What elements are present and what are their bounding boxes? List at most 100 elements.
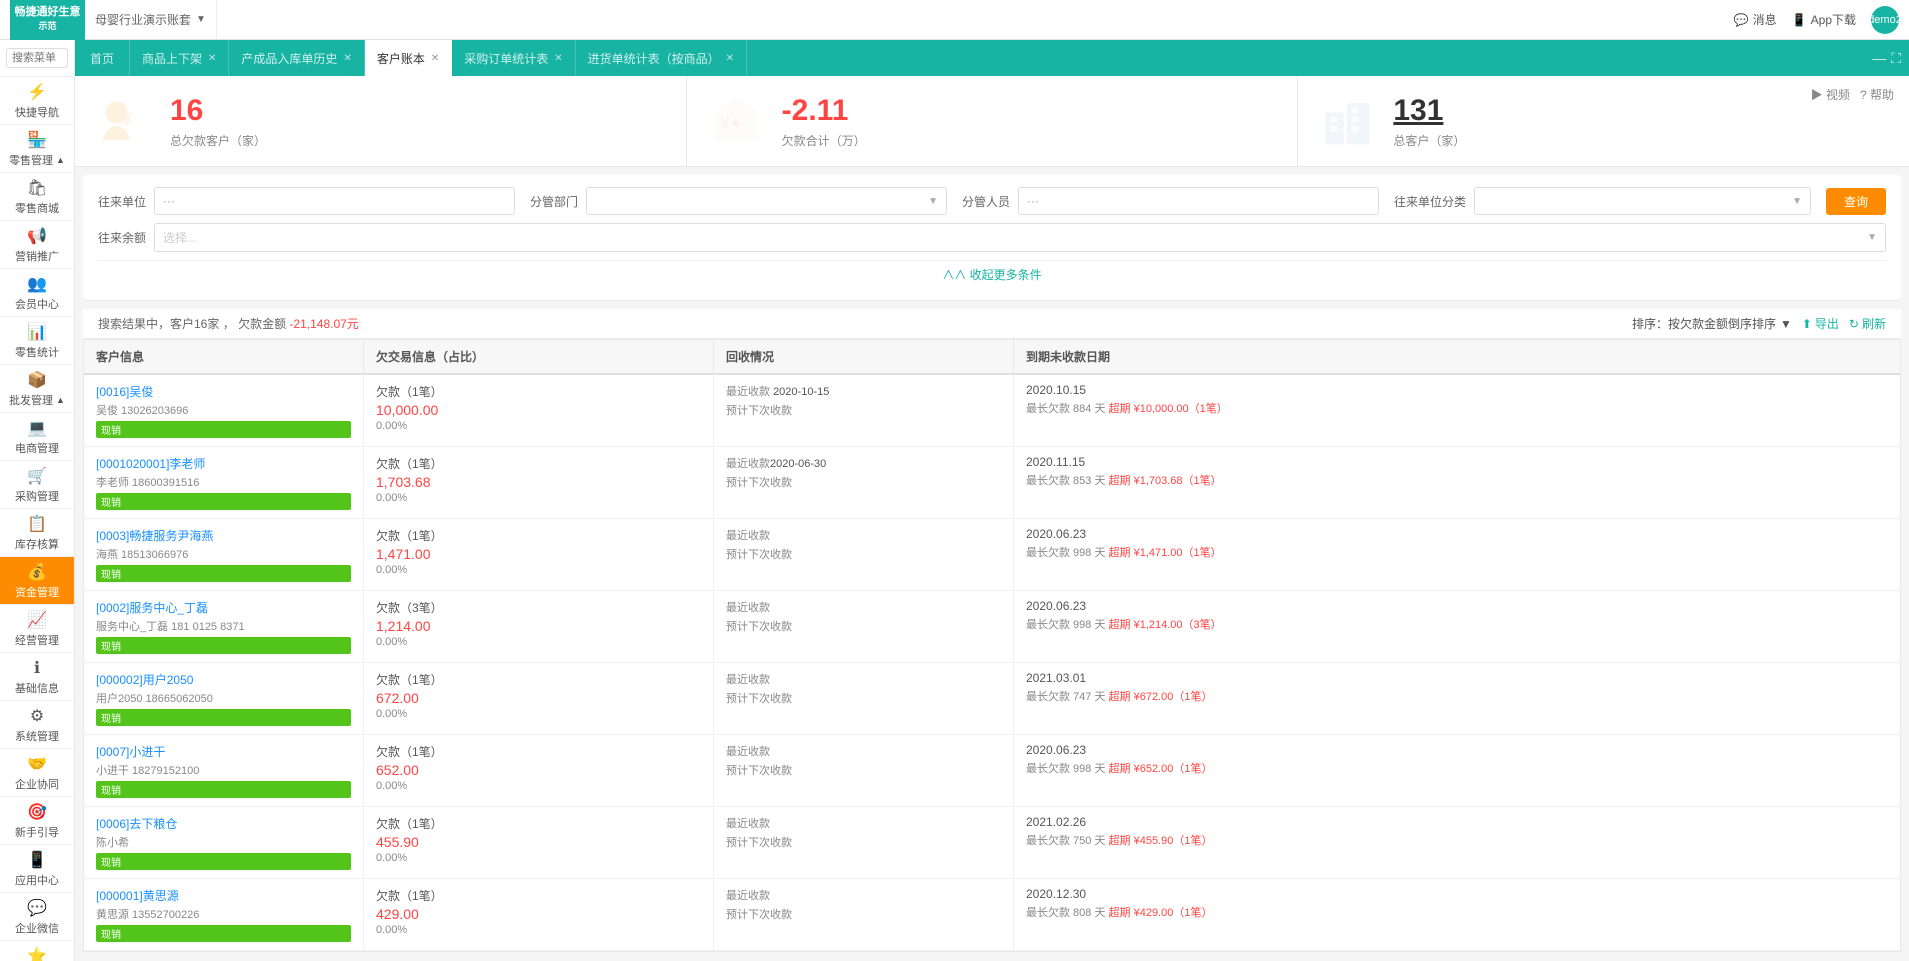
sidebar-item-finance[interactable]: 💰 资金管理 xyxy=(0,557,74,605)
sidebar-item-batch-mgmt[interactable]: 📦 批发管理 ▲ xyxy=(0,365,74,413)
close-tab-customer-account[interactable]: ✕ xyxy=(431,53,439,64)
sidebar-item-new-guide[interactable]: 🎯 新手引导 xyxy=(0,797,74,845)
dept-select[interactable]: ▼ xyxy=(586,187,947,215)
source-unit-input[interactable]: ··· xyxy=(154,187,515,215)
enterprise-icon: 🤝 xyxy=(27,754,47,774)
sidebar-item-operations[interactable]: 📈 经营管理 xyxy=(0,605,74,653)
app-download-btn[interactable]: 📱 App下载 xyxy=(1792,11,1856,28)
due-link-0[interactable]: 超期 ¥10,000.00（1笔） xyxy=(1109,403,1228,415)
query-button[interactable]: 查询 xyxy=(1826,188,1886,215)
td-recover-2: 最近收款 预计下次收款 xyxy=(714,519,1014,590)
export-btn[interactable]: ⬆ 导出 xyxy=(1802,315,1839,332)
tab-product-history[interactable]: 产成品入库单历史 ✕ xyxy=(229,40,364,76)
debt-amount-0: 10,000.00 xyxy=(376,402,701,418)
customer-tag-5: 现销 xyxy=(96,781,351,798)
stat1-value: 16 xyxy=(170,94,266,128)
sidebar-item-enterprise[interactable]: 🤝 企业协同 xyxy=(0,749,74,797)
td-customer-3: [0002]服务中心_丁磊 服务中心_丁磊 181 0125 8371 现销 xyxy=(84,591,364,662)
sidebar-item-marketing[interactable]: 📢 营销推广 xyxy=(0,221,74,269)
due-link-6[interactable]: 超期 ¥455.90（1笔） xyxy=(1109,835,1213,847)
th-due-date: 到期未收款日期 xyxy=(1014,340,1900,373)
stat-card-total-customers: 131 总客户（家） ▶ 视频 ? 帮助 xyxy=(1298,76,1909,166)
search-menu-input[interactable] xyxy=(6,48,68,68)
tab-product-listing[interactable]: 商品上下架 ✕ xyxy=(130,40,229,76)
company-selector[interactable]: 母婴行业演示账套 ▼ xyxy=(85,0,217,39)
tabs-bar: 首页 商品上下架 ✕ 产成品入库单历史 ✕ 客户账本 ✕ 采购订单统计表 ✕ 进… xyxy=(75,40,1909,76)
due-link-4[interactable]: 超期 ¥672.00（1笔） xyxy=(1109,691,1213,703)
member-icon: 👥 xyxy=(27,274,47,294)
stat1-content: 16 总欠款客户（家） xyxy=(170,94,266,149)
message-btn[interactable]: 💬 消息 xyxy=(1734,11,1777,28)
tabs-actions: — ⛶ xyxy=(1864,50,1909,67)
dept-label: 分管部门 xyxy=(530,193,578,210)
refresh-btn[interactable]: ↻ 刷新 xyxy=(1849,315,1886,332)
main-layout: ⚡ 快捷导航 🏪 零售管理 ▲ 🛍 零售商城 📢 营销推广 👥 会员中心 📊 零… xyxy=(0,40,1909,961)
stat2-label: 欠款合计（万） xyxy=(782,132,866,149)
customer-link-1[interactable]: [0001020001]李老师 xyxy=(96,455,351,472)
close-tab-product-history[interactable]: ✕ xyxy=(343,53,351,64)
logo-text: 畅捷通好生意示范 xyxy=(15,6,81,32)
stat2-content: -2.11 欠款合计（万） xyxy=(782,94,866,149)
sidebar-item-retail-mgmt[interactable]: 🏪 零售管理 ▲ xyxy=(0,125,74,173)
filter-area: 往来单位 ··· 分管部门 ▼ 分管人员 xyxy=(83,175,1901,301)
purchase-mgmt-icon: 🛒 xyxy=(27,466,47,486)
due-link-7[interactable]: 超期 ¥429.00（1笔） xyxy=(1109,907,1213,919)
user-profile[interactable]: demo2 xyxy=(1871,6,1899,34)
retail-stats-icon: 📊 xyxy=(27,322,47,342)
close-tab-purchase-stats[interactable]: ✕ xyxy=(726,53,734,64)
basic-info-icon: ℹ xyxy=(34,658,40,678)
td-debt-0: 欠款（1笔） 10,000.00 0.00% xyxy=(364,375,714,446)
sidebar-item-basic-info[interactable]: ℹ 基础信息 xyxy=(0,653,74,701)
stat1-label: 总欠款客户（家） xyxy=(170,132,266,149)
collapse-more-btn[interactable]: ∧∧ 收起更多条件 xyxy=(98,260,1886,288)
tabs-expand-btn[interactable]: ⛶ xyxy=(1891,50,1901,67)
due-link-2[interactable]: 超期 ¥1,471.00（1笔） xyxy=(1109,547,1222,559)
tab-home[interactable]: 首页 xyxy=(75,40,130,76)
sidebar-item-retail-stats[interactable]: 📊 零售统计 xyxy=(0,317,74,365)
manager-input[interactable]: ··· xyxy=(1018,187,1379,215)
customer-tag-7: 现销 xyxy=(96,925,351,942)
sidebar-item-member[interactable]: 👥 会员中心 xyxy=(0,269,74,317)
sidebar-item-ecommerce[interactable]: 💻 电商管理 xyxy=(0,413,74,461)
video-btn[interactable]: ▶ 视频 xyxy=(1811,86,1850,103)
balance-select[interactable]: 选择... ▼ xyxy=(154,223,1886,252)
expand-arrow-icon: ▲ xyxy=(56,155,65,165)
due-link-3[interactable]: 超期 ¥1,214.00（3笔） xyxy=(1109,619,1222,631)
customer-link-7[interactable]: [000001]黄思源 xyxy=(96,887,351,904)
top-right-area: 💬 消息 📱 App下载 demo2 xyxy=(1734,6,1899,34)
help-btn[interactable]: ? 帮助 xyxy=(1860,86,1894,103)
tabs-collapse-btn[interactable]: — xyxy=(1872,50,1886,66)
balance-label: 往来余额 xyxy=(98,229,146,246)
customer-link-3[interactable]: [0002]服务中心_丁磊 xyxy=(96,599,351,616)
unit-class-select[interactable]: ▼ xyxy=(1474,187,1811,215)
sidebar-item-inventory[interactable]: 📋 库存核算 xyxy=(0,509,74,557)
sort-selector[interactable]: 排序：按欠款金额倒序排序 ▼ xyxy=(1632,315,1792,332)
sidebar-item-purchase-mgmt[interactable]: 🛒 采购管理 xyxy=(0,461,74,509)
sidebar-item-retail-mall[interactable]: 🛍 零售商城 xyxy=(0,173,74,221)
due-link-5[interactable]: 超期 ¥652.00（1笔） xyxy=(1109,763,1213,775)
customer-link-2[interactable]: [0003]畅捷服务尹海燕 xyxy=(96,527,351,544)
sidebar-item-changhui[interactable]: ⭐ 畅会员 xyxy=(0,941,74,961)
tab-customer-account[interactable]: 客户账本 ✕ xyxy=(365,40,452,76)
sidebar-item-system[interactable]: ⚙ 系统管理 xyxy=(0,701,74,749)
close-tab-purchase-order[interactable]: ✕ xyxy=(554,53,562,64)
customer-link-0[interactable]: [0016]吴俊 xyxy=(96,383,351,400)
sidebar-item-enterprise-wechat[interactable]: 💬 企业微信 xyxy=(0,893,74,941)
customer-tag-3: 现销 xyxy=(96,637,351,654)
tab-purchase-order[interactable]: 采购订单统计表 ✕ xyxy=(452,40,575,76)
sidebar-item-app-center[interactable]: 📱 应用中心 xyxy=(0,845,74,893)
sidebar-search[interactable] xyxy=(0,40,74,77)
due-link-1[interactable]: 超期 ¥1,703.68（1笔） xyxy=(1109,475,1222,487)
close-tab-product-listing[interactable]: ✕ xyxy=(208,53,216,64)
customer-link-5[interactable]: [0007]小进干 xyxy=(96,743,351,760)
td-due-3: 2020.06.23 最长欠款 998 天 超期 ¥1,214.00（3笔） xyxy=(1014,591,1900,662)
customer-link-6[interactable]: [0006]去下粮仓 xyxy=(96,815,351,832)
td-recover-5: 最近收款 预计下次收款 xyxy=(714,735,1014,806)
help-icon: ? xyxy=(1860,88,1867,102)
tab-purchase-stats[interactable]: 进货单统计表（按商品） ✕ xyxy=(576,40,747,76)
customer-tag-0: 现销 xyxy=(96,421,351,438)
top-bar: 畅捷通好生意示范 母婴行业演示账套 ▼ 💬 消息 📱 App下载 demo2 xyxy=(0,0,1909,40)
td-customer-6: [0006]去下粮仓 陈小希 现销 xyxy=(84,807,364,878)
customer-link-4[interactable]: [000002]用户2050 xyxy=(96,671,351,688)
sidebar-item-quick-nav[interactable]: ⚡ 快捷导航 xyxy=(0,77,74,125)
